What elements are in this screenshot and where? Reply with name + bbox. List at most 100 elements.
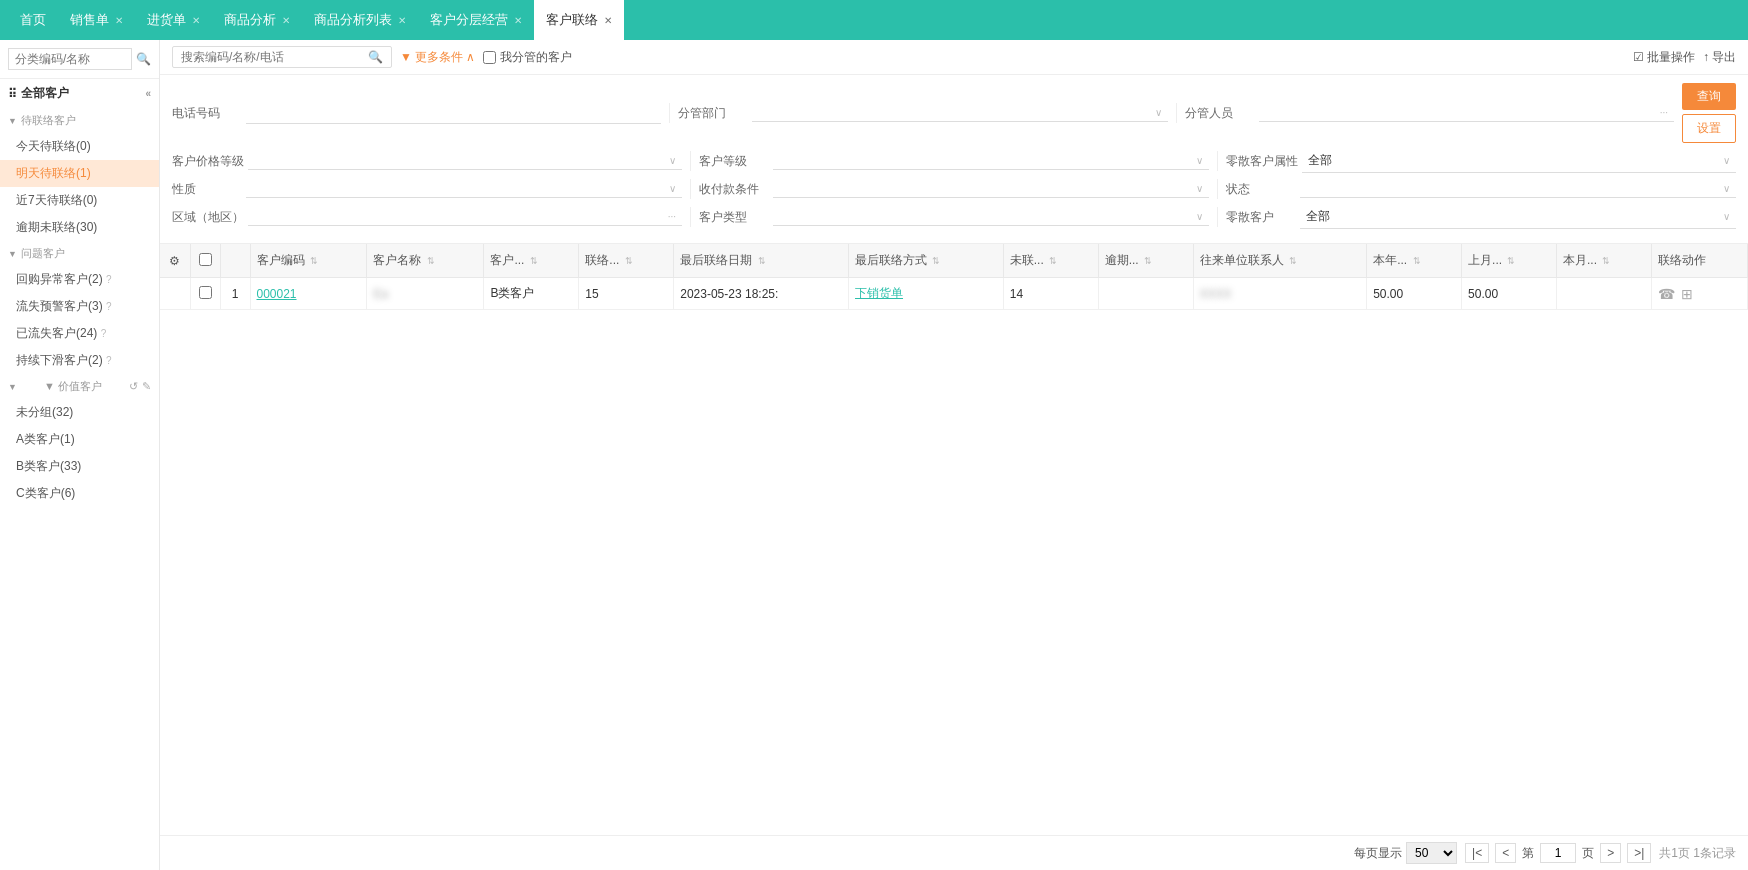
nav-home[interactable]: 首页 <box>8 0 58 40</box>
name-sort-icon: ⇅ <box>427 256 435 266</box>
td-last-contact-method[interactable]: 下销货单 <box>849 278 1004 310</box>
nav-customer-contact[interactable]: 客户联络 ✕ <box>534 0 624 40</box>
nav-close-product-analysis-list[interactable]: ✕ <box>398 15 406 26</box>
td-this-month <box>1557 278 1652 310</box>
th-last-month[interactable]: 上月... ⇅ <box>1462 244 1557 278</box>
sidebar-group-value[interactable]: ▼ 价值客户 ↺ ✎ <box>0 374 159 399</box>
set-btn[interactable]: 设置 <box>1682 114 1736 143</box>
filter-chevron-icon: ∧ <box>466 50 475 64</box>
toolbar-search-icon[interactable]: 🔍 <box>368 50 383 64</box>
sidebar-item-b-class[interactable]: B类客户(33) <box>0 453 159 480</box>
th-last-contact-method[interactable]: 最后联络方式 ⇅ <box>849 244 1004 278</box>
th-overdue[interactable]: 逾期... ⇅ <box>1098 244 1193 278</box>
th-company-contact[interactable]: 往来单位联系人 ⇅ <box>1193 244 1367 278</box>
sidebar-search-input[interactable] <box>8 48 132 70</box>
sidebar-item-c-class[interactable]: C类客户(6) <box>0 480 159 507</box>
code-sort-icon: ⇅ <box>310 256 318 266</box>
pager-prev-btn[interactable]: < <box>1495 843 1516 863</box>
toolbar-search-input[interactable] <box>181 50 364 64</box>
batch-ops-btn[interactable]: ☑ 批量操作 <box>1633 49 1695 66</box>
nav-close-sales[interactable]: ✕ <box>115 15 123 26</box>
footer-page-size-select[interactable]: 50 100 200 <box>1406 842 1457 864</box>
th-code[interactable]: 客户编码 ⇅ <box>250 244 367 278</box>
nav-product-analysis-list[interactable]: 商品分析列表 ✕ <box>302 0 418 40</box>
query-btn[interactable]: 查询 <box>1682 83 1736 110</box>
filter-row-4: 区域（地区） ··· 客户类型 ∨ 零散客户 <box>172 205 1736 229</box>
filter-payment-select[interactable]: ∨ <box>773 180 1209 198</box>
td-overdue <box>1098 278 1193 310</box>
filter-customer-type-select[interactable]: ∨ <box>773 208 1209 226</box>
filter-retail-attr: 零散客户属性 全部 ∨ <box>1226 149 1736 173</box>
sidebar-item-today[interactable]: 今天待联络(0) <box>0 133 159 160</box>
th-category[interactable]: 客户... ⇅ <box>484 244 579 278</box>
sidebar-item-7days[interactable]: 近7天待联络(0) <box>0 187 159 214</box>
sidebar-value-edit-icon[interactable]: ✎ <box>142 380 151 393</box>
sidebar-item-declining[interactable]: 持续下滑客户(2) ? <box>0 347 159 374</box>
sidebar-group-pending[interactable]: 待联络客户 <box>0 108 159 133</box>
pager-next-btn[interactable]: > <box>1600 843 1621 863</box>
filter-retail-attr-select[interactable]: 全部 ∨ <box>1302 149 1736 173</box>
customer-table: ⚙ 客户编码 ⇅ 客户名称 ⇅ 客户... ⇅ 联络... ⇅ 最后联络日期 ⇅… <box>160 244 1748 310</box>
filter-price-level-select[interactable]: ∨ <box>248 152 682 170</box>
th-last-contact-date[interactable]: 最后联络日期 ⇅ <box>674 244 849 278</box>
filter-more-btn[interactable]: ▼ 更多条件 ∧ <box>400 49 475 66</box>
td-name[interactable]: Ea <box>367 278 484 310</box>
export-btn[interactable]: ↑ 导出 <box>1703 49 1736 66</box>
filter-customer-level-select[interactable]: ∨ <box>773 152 1209 170</box>
nav-product-analysis[interactable]: 商品分析 ✕ <box>212 0 302 40</box>
sidebar-all-customers[interactable]: ⠿ 全部客户 « <box>0 79 159 108</box>
td-code[interactable]: 000021 <box>250 278 367 310</box>
filter-dept-select[interactable]: ∨ <box>752 104 1167 122</box>
nav-close-product-analysis[interactable]: ✕ <box>282 15 290 26</box>
filter-status-select[interactable]: ∨ <box>1300 180 1736 198</box>
sidebar-item-churn-warning[interactable]: 流失预警客户(3) ? <box>0 293 159 320</box>
toolbar-search-box[interactable]: 🔍 <box>172 46 392 68</box>
sidebar-search-icon[interactable]: 🔍 <box>136 52 151 66</box>
nav-close-customer-layered[interactable]: ✕ <box>514 15 522 26</box>
pager-page-input[interactable] <box>1540 843 1576 863</box>
status-chevron-icon: ∨ <box>1723 183 1730 194</box>
pager-last-btn[interactable]: >| <box>1627 843 1651 863</box>
nav-close-customer-contact[interactable]: ✕ <box>604 15 612 26</box>
sidebar-value-refresh-icon[interactable]: ↺ <box>129 380 138 393</box>
th-not-contacted[interactable]: 未联... ⇅ <box>1003 244 1098 278</box>
sidebar-item-ungrouped[interactable]: 未分组(32) <box>0 399 159 426</box>
sidebar-item-repurchase-abnormal[interactable]: 回购异常客户(2) ? <box>0 266 159 293</box>
sidebar-item-churned[interactable]: 已流失客户(24) ? <box>0 320 159 347</box>
sidebar-item-overdue[interactable]: 逾期未联络(30) <box>0 214 159 241</box>
filter-row-1: 电话号码 分管部门 ∨ 分管人员 ··· <box>172 83 1736 143</box>
sidebar-group-problem[interactable]: 问题客户 <box>0 241 159 266</box>
nav-close-purchase[interactable]: ✕ <box>192 15 200 26</box>
sidebar-search-bar: 🔍 <box>0 40 159 79</box>
filter-retail-customer: 零散客户 全部 ∨ <box>1226 205 1736 229</box>
action-grid-icon[interactable]: ⊞ <box>1681 286 1693 302</box>
th-name[interactable]: 客户名称 ⇅ <box>367 244 484 278</box>
th-this-month[interactable]: 本月... ⇅ <box>1557 244 1652 278</box>
action-phone-icon[interactable]: ☎ <box>1658 286 1675 302</box>
filter-manager-select[interactable]: ··· <box>1259 104 1674 122</box>
retail-attr-chevron-icon: ∨ <box>1723 155 1730 166</box>
payment-chevron-icon: ∨ <box>1196 183 1203 194</box>
filter-retail-customer-select[interactable]: 全部 ∨ <box>1300 205 1736 229</box>
nav-purchase[interactable]: 进货单 ✕ <box>135 0 212 40</box>
th-checkbox[interactable] <box>199 253 212 266</box>
pager-first-btn[interactable]: |< <box>1465 843 1489 863</box>
filter-phone-input[interactable] <box>246 103 661 124</box>
th-check[interactable] <box>190 244 220 278</box>
td-check[interactable] <box>190 278 220 310</box>
nav-customer-layered[interactable]: 客户分层经营 ✕ <box>418 0 534 40</box>
company-contact-sort-icon: ⇅ <box>1289 256 1297 266</box>
filter-nature-select[interactable]: ∨ <box>246 180 682 198</box>
sidebar-item-a-class[interactable]: A类客户(1) <box>0 426 159 453</box>
th-contact[interactable]: 联络... ⇅ <box>579 244 674 278</box>
nav-sales[interactable]: 销售单 ✕ <box>58 0 135 40</box>
th-setting[interactable]: ⚙ <box>160 244 190 278</box>
td-setting <box>160 278 190 310</box>
toolbar: 🔍 ▼ 更多条件 ∧ 我分管的客户 ☑ 批量操作 ↑ 导出 <box>160 40 1748 75</box>
sidebar-item-tomorrow[interactable]: 明天待联络(1) <box>0 160 159 187</box>
my-customers-checkbox[interactable] <box>483 51 496 64</box>
my-customers-checkbox-label[interactable]: 我分管的客户 <box>483 49 572 66</box>
row-checkbox[interactable] <box>199 286 212 299</box>
th-this-year[interactable]: 本年... ⇅ <box>1367 244 1462 278</box>
filter-region-select[interactable]: ··· <box>248 208 682 226</box>
